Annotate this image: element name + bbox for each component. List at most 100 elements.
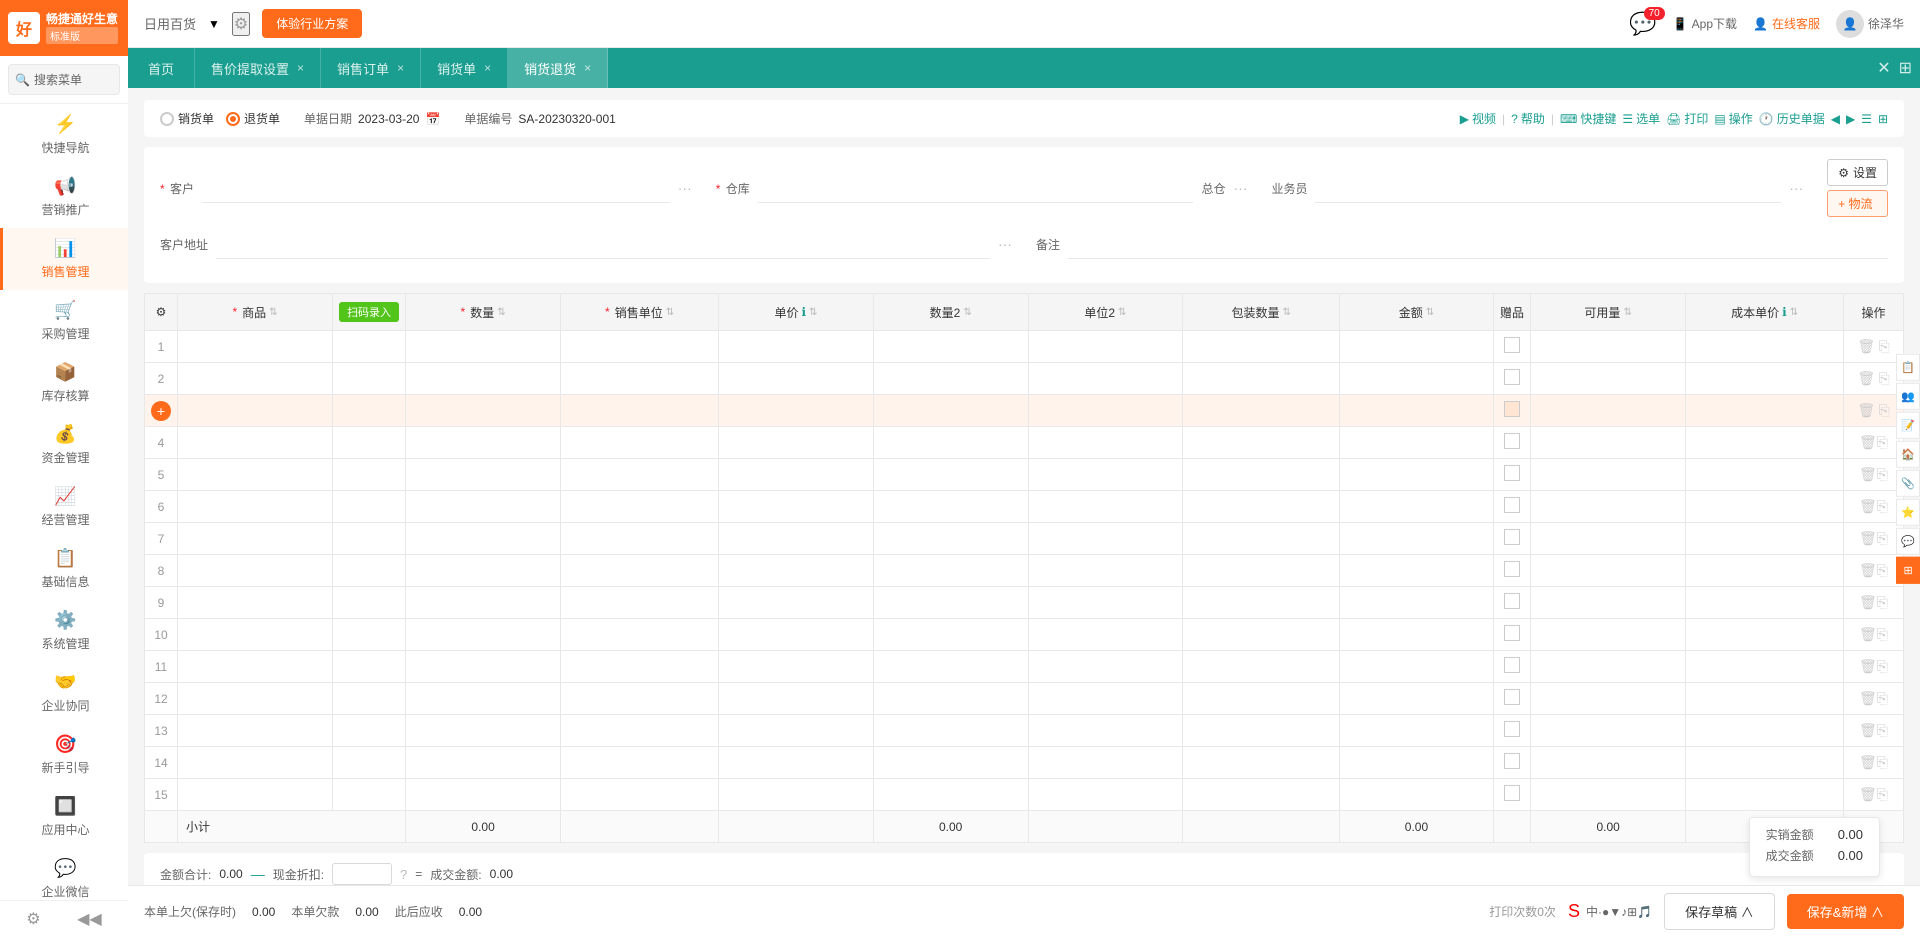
delete-row-15[interactable]: 🗑 — [1859, 786, 1877, 803]
gift-check-2[interactable] — [1504, 369, 1520, 385]
copy-row-8[interactable]: ⎘ — [1877, 562, 1888, 579]
sidebar-item-guide[interactable]: 🎯 新手引导 — [0, 724, 128, 786]
qty-input-1[interactable] — [412, 340, 554, 354]
calendar-icon[interactable]: 📅 — [425, 112, 440, 126]
select-link[interactable]: ☰ 选单 — [1622, 110, 1660, 127]
delete-row-3-button[interactable]: 🗑 — [1857, 402, 1875, 419]
gift-check-3[interactable] — [1504, 401, 1520, 417]
float-btn-4[interactable]: 🏠 — [1896, 441, 1920, 468]
cost-input-1[interactable] — [1692, 340, 1837, 354]
tab-home[interactable]: 首页 — [128, 48, 195, 88]
unit-input-1[interactable] — [567, 340, 712, 354]
operate-link[interactable]: ▤ 操作 — [1714, 110, 1752, 127]
tab-price-setting[interactable]: 售价提取设置 × — [195, 48, 321, 88]
copy-row-6[interactable]: ⎘ — [1877, 498, 1888, 515]
copy-row-9[interactable]: ⎘ — [1877, 594, 1888, 611]
header-settings-button[interactable]: ⚙ — [232, 12, 250, 36]
sidebar-item-quick-nav[interactable]: ⚡ 快捷导航 — [0, 104, 128, 166]
app-download-button[interactable]: 📱 App下载 — [1673, 15, 1737, 32]
customer-select-icon[interactable]: ··· — [678, 180, 692, 196]
tab-sales-return[interactable]: 销货退货 × — [508, 48, 608, 88]
delete-row-11[interactable]: 🗑 — [1859, 658, 1877, 675]
gift-check-12[interactable] — [1504, 689, 1520, 705]
user-menu[interactable]: 👤 徐泽华 — [1836, 10, 1904, 38]
delete-row-5[interactable]: 🗑 — [1859, 466, 1877, 483]
radio-return-doc[interactable]: 退货单 — [226, 110, 280, 127]
logistics-button[interactable]: + 物流 — [1827, 190, 1888, 217]
copy-row-14[interactable]: ⎘ — [1877, 754, 1888, 771]
sidebar-item-enterprise-wx[interactable]: 💬 企业微信 — [0, 848, 128, 900]
delete-row-10[interactable]: 🗑 — [1859, 626, 1877, 643]
delete-row-13[interactable]: 🗑 — [1859, 722, 1877, 739]
copy-row-3-button[interactable]: ⎘ — [1878, 402, 1889, 419]
tab-sales-return-close[interactable]: × — [584, 61, 591, 75]
delete-row-6[interactable]: 🗑 — [1859, 498, 1877, 515]
float-btn-5[interactable]: 📎 — [1896, 470, 1920, 497]
delete-row-12[interactable]: 🗑 — [1859, 690, 1877, 707]
copy-row-11[interactable]: ⎘ — [1877, 658, 1888, 675]
scan-button[interactable]: 扫码录入 — [339, 302, 399, 322]
sidebar-item-finance[interactable]: 💰 资金管理 — [0, 414, 128, 476]
radio-sale-doc[interactable]: 销货单 — [160, 110, 214, 127]
float-btn-1[interactable]: 📋 — [1896, 353, 1920, 380]
sidebar-item-sales-mgmt[interactable]: 📊 销售管理 — [0, 228, 128, 290]
copy-row-2-button[interactable]: ⎘ — [1878, 370, 1889, 387]
next-record-button[interactable]: ▶ — [1846, 112, 1855, 126]
sidebar-item-enterprise[interactable]: 🤝 企业协同 — [0, 662, 128, 724]
delete-row-8[interactable]: 🗑 — [1859, 562, 1877, 579]
amount-input-1[interactable] — [1346, 340, 1487, 354]
message-button[interactable]: 💬 70 — [1629, 11, 1656, 37]
list-view-button[interactable]: ☰ — [1861, 112, 1872, 126]
video-link[interactable]: ▶ 视频 — [1460, 110, 1496, 127]
price-input-1[interactable] — [725, 340, 867, 354]
gift-check-7[interactable] — [1504, 529, 1520, 545]
sidebar-item-system[interactable]: ⚙️ 系统管理 — [0, 600, 128, 662]
product-input-1[interactable] — [184, 340, 326, 354]
gift-check-10[interactable] — [1504, 625, 1520, 641]
copy-row-4[interactable]: ⎘ — [1877, 434, 1888, 451]
print-link[interactable]: 🖨 打印 — [1666, 110, 1708, 127]
tab-sales-delivery[interactable]: 销货单 × — [421, 48, 508, 88]
product-input-3[interactable] — [184, 404, 326, 418]
address-input[interactable] — [216, 229, 990, 259]
float-btn-3[interactable]: 📝 — [1896, 412, 1920, 439]
delete-row-9[interactable]: 🗑 — [1859, 594, 1877, 611]
copy-row-10[interactable]: ⎘ — [1877, 626, 1888, 643]
unit2-input-1[interactable] — [1035, 340, 1177, 354]
gift-check-11[interactable] — [1504, 657, 1520, 673]
delete-row-1-button[interactable]: 🗑 — [1857, 338, 1875, 355]
grid-view-button[interactable]: ⊞ — [1878, 112, 1888, 126]
gift-check-4[interactable] — [1504, 433, 1520, 449]
copy-row-1-button[interactable]: ⎘ — [1878, 338, 1889, 355]
available-input-1[interactable] — [1537, 340, 1679, 354]
gift-check-5[interactable] — [1504, 465, 1520, 481]
tab-sales-order-close[interactable]: × — [397, 61, 404, 75]
save-draft-button[interactable]: 保存草稿 ∧ — [1664, 893, 1775, 930]
sidebar-item-basic-info[interactable]: 📋 基础信息 — [0, 538, 128, 600]
warehouse-select-icon[interactable]: ··· — [1233, 180, 1247, 196]
sidebar-search[interactable]: 🔍 搜索菜单 — [0, 56, 128, 104]
float-btn-6[interactable]: ⭐ — [1896, 499, 1920, 526]
help-link[interactable]: ? 帮助 — [1511, 110, 1545, 127]
th-gear[interactable]: ⚙ — [145, 294, 178, 331]
tab-sales-delivery-close[interactable]: × — [484, 61, 491, 75]
copy-row-15[interactable]: ⎘ — [1877, 786, 1888, 803]
settings-button[interactable]: ⚙ 设置 — [1827, 159, 1888, 186]
float-btn-7[interactable]: 💬 — [1896, 528, 1920, 555]
pkg-input-1[interactable] — [1189, 340, 1333, 354]
cell-product[interactable] — [178, 331, 333, 363]
gift-check-1[interactable] — [1504, 337, 1520, 353]
tab-price-setting-close[interactable]: × — [297, 61, 304, 75]
online-service-button[interactable]: 👤 在线客服 — [1753, 15, 1820, 32]
tab-sales-order[interactable]: 销售订单 × — [321, 48, 421, 88]
copy-row-12[interactable]: ⎘ — [1877, 690, 1888, 707]
staff-select-icon[interactable]: ··· — [1789, 180, 1803, 196]
tab-maximize-button[interactable]: ⊞ — [1899, 58, 1912, 78]
search-menu-button[interactable]: 🔍 搜索菜单 — [8, 64, 120, 95]
delete-row-7[interactable]: 🗑 — [1859, 530, 1877, 547]
gift-check-9[interactable] — [1504, 593, 1520, 609]
delete-row-14[interactable]: 🗑 — [1859, 754, 1877, 771]
add-row-button[interactable]: + — [151, 401, 171, 421]
customer-input[interactable] — [202, 173, 670, 203]
gift-check-15[interactable] — [1504, 785, 1520, 801]
